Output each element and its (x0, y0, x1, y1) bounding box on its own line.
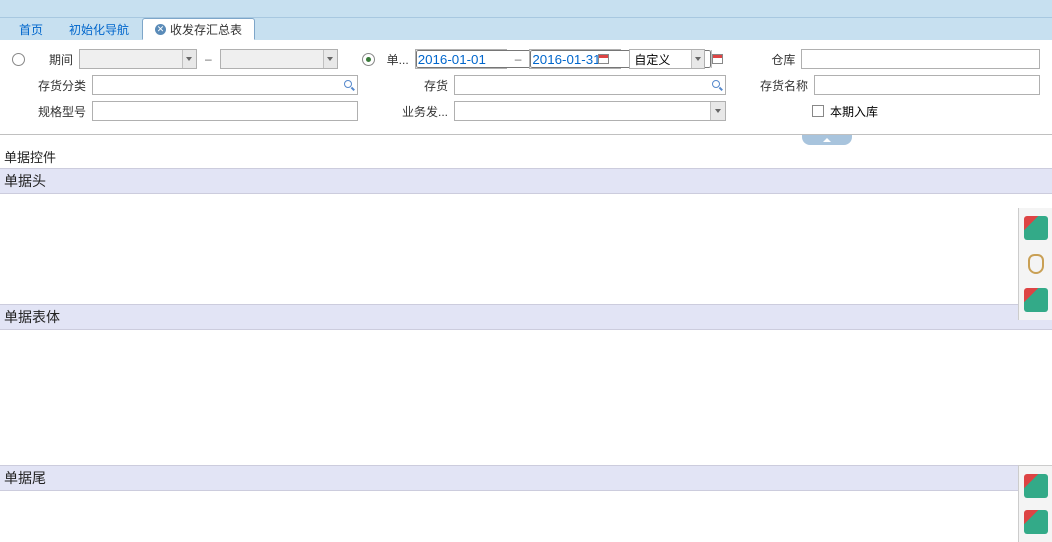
dash-label: – (203, 52, 214, 66)
date-range-preset-combo[interactable] (629, 49, 705, 69)
stock-name-field[interactable] (814, 75, 1040, 95)
biz-send-input[interactable] (455, 102, 710, 120)
search-icon[interactable] (340, 76, 357, 94)
tab-home[interactable]: 首页 (6, 18, 56, 40)
warehouse-input[interactable] (802, 50, 1039, 68)
period-to-combo[interactable] (220, 49, 338, 69)
avatar-icon[interactable] (1022, 286, 1050, 314)
date-range-preset-input[interactable] (630, 50, 691, 68)
warehouse-combo[interactable] (801, 49, 1040, 69)
bill-footer-body[interactable] (0, 491, 1052, 521)
tab-home-label: 首页 (19, 21, 43, 38)
period-to-input (221, 50, 323, 68)
close-icon[interactable]: ✕ (155, 24, 166, 35)
biz-send-combo[interactable] (454, 101, 726, 121)
bill-footer-section[interactable]: 单据尾 (0, 465, 1052, 491)
period-from-input (80, 50, 182, 68)
avatar-icon[interactable] (1022, 472, 1050, 500)
side-panel-upper (1018, 208, 1052, 320)
stock-combo[interactable] (454, 75, 726, 95)
stock-name-input[interactable] (815, 76, 1039, 94)
stock-label: 存货 (400, 77, 448, 94)
spec-model-field[interactable] (92, 101, 358, 121)
radio-period[interactable] (12, 53, 25, 66)
content-area: 单据控件 单据头 单据表体 单据尾 (0, 145, 1052, 521)
search-icon[interactable] (708, 76, 725, 94)
dropdown-icon[interactable] (182, 50, 196, 68)
menu-bar (0, 0, 1052, 18)
spec-model-label: 规格型号 (28, 103, 86, 120)
filter-row-3: 规格型号 业务发... 本期入库 (12, 98, 1040, 124)
dropdown-icon[interactable] (691, 50, 704, 68)
calendar-icon[interactable] (711, 50, 723, 68)
warehouse-label: 仓库 (747, 51, 795, 68)
stock-category-combo[interactable] (92, 75, 358, 95)
collapse-wrap (0, 135, 1052, 145)
current-period-in-label: 本期入库 (830, 103, 878, 120)
date-from-combo[interactable] (415, 49, 507, 69)
stock-category-label: 存货分类 (28, 77, 86, 94)
avatar-icon[interactable] (1022, 214, 1050, 242)
filter-panel: 期间 – 单... – 仓库 (0, 40, 1052, 135)
dropdown-icon[interactable] (323, 50, 337, 68)
dropdown-icon[interactable] (710, 102, 725, 120)
mic-icon[interactable] (1022, 250, 1050, 278)
spec-model-input[interactable] (93, 102, 357, 120)
biz-send-label: 业务发... (388, 103, 448, 120)
tab-report-label: 收发存汇总表 (170, 21, 242, 38)
dash-label-2: – (513, 52, 524, 66)
tab-report[interactable]: ✕ 收发存汇总表 (142, 18, 255, 40)
bill-header-section[interactable]: 单据头 (0, 168, 1052, 194)
doc-date-label: 单... (381, 51, 409, 68)
tab-bar: 首页 初始化导航 ✕ 收发存汇总表 (0, 18, 1052, 40)
current-period-in-checkbox[interactable] (812, 105, 824, 117)
filter-row-1: 期间 – 单... – 仓库 (12, 46, 1040, 72)
bill-body-section[interactable]: 单据表体 (0, 304, 1052, 330)
stock-name-label: 存货名称 (750, 77, 808, 94)
bill-header-body[interactable] (0, 194, 1052, 304)
tab-init-nav-label: 初始化导航 (69, 21, 129, 38)
period-label: 期间 (31, 51, 73, 68)
radio-doc-date[interactable] (362, 53, 375, 66)
collapse-panel-button[interactable] (802, 135, 852, 145)
period-from-combo[interactable] (79, 49, 197, 69)
bill-body-body[interactable] (0, 330, 1052, 465)
tab-init-nav[interactable]: 初始化导航 (56, 18, 142, 40)
avatar-icon[interactable] (1022, 508, 1050, 536)
stock-input[interactable] (455, 76, 708, 94)
side-panel-lower (1018, 465, 1052, 542)
filter-row-2: 存货分类 存货 存货名称 (12, 72, 1040, 98)
bill-control-label: 单据控件 (0, 145, 1052, 168)
stock-category-input[interactable] (93, 76, 340, 94)
